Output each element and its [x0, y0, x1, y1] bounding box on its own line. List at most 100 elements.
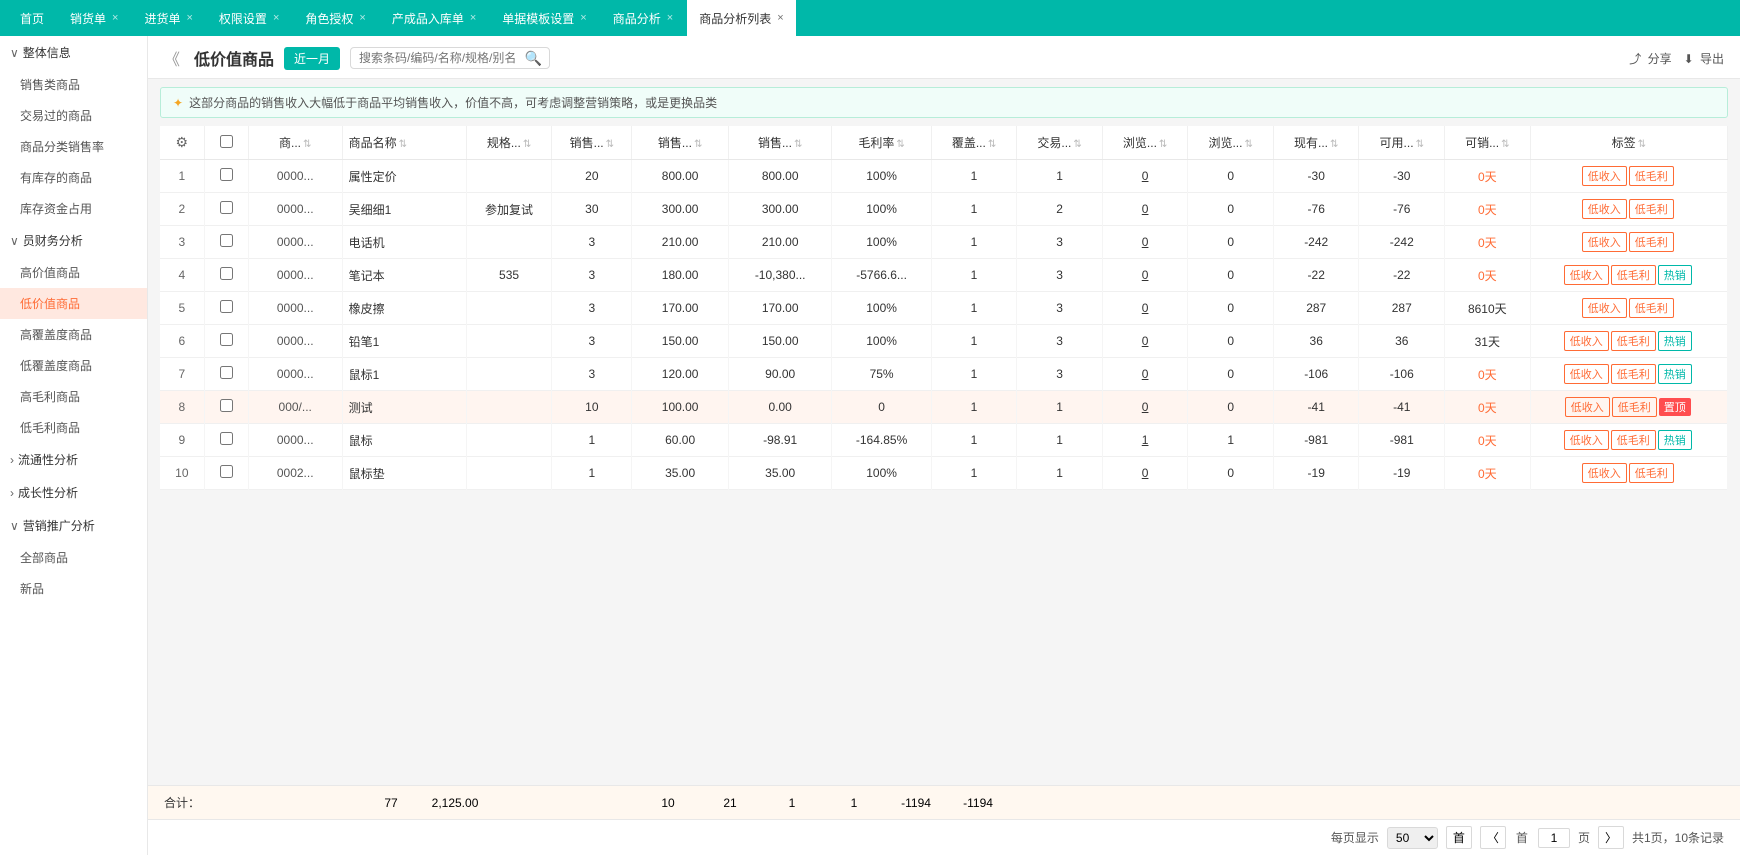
row-checkbox-cell[interactable] — [204, 160, 248, 193]
nav-permissions[interactable]: 权限设置 × — [207, 0, 291, 36]
sidebar-collapse-btn[interactable]: 《 — [164, 46, 180, 70]
row-checkbox[interactable] — [220, 399, 233, 412]
browse1-cell[interactable]: 0 — [1102, 457, 1188, 490]
sort-icon[interactable]: ⇅ — [523, 139, 531, 150]
col-spec-header[interactable]: 规格...⇅ — [466, 126, 552, 160]
browse1-link[interactable]: 0 — [1142, 235, 1149, 249]
sidebar-item-sales-products[interactable]: 销售类商品 — [0, 69, 147, 100]
col-saleable-header[interactable]: 可销...⇅ — [1445, 126, 1531, 160]
browse1-link[interactable]: 0 — [1142, 301, 1149, 315]
close-icon[interactable]: × — [580, 12, 586, 24]
row-checkbox-cell[interactable] — [204, 358, 248, 391]
col-stock-header[interactable]: 现有...⇅ — [1273, 126, 1359, 160]
browse1-cell[interactable]: 0 — [1102, 325, 1188, 358]
browse1-link[interactable]: 0 — [1142, 202, 1149, 216]
sort-icon[interactable]: ⇅ — [896, 139, 904, 150]
row-checkbox[interactable] — [220, 333, 233, 346]
sort-icon[interactable]: ⇅ — [1501, 139, 1509, 150]
col-transaction-header[interactable]: 交易...⇅ — [1017, 126, 1103, 160]
first-page-button[interactable]: 首 — [1446, 826, 1472, 849]
row-checkbox-cell[interactable] — [204, 457, 248, 490]
browse1-link[interactable]: 0 — [1142, 268, 1149, 282]
browse1-cell[interactable]: 0 — [1102, 358, 1188, 391]
row-checkbox[interactable] — [220, 366, 233, 379]
nav-product-analysis-list[interactable]: 商品分析列表 × — [687, 0, 795, 36]
browse1-link[interactable]: 0 — [1142, 466, 1149, 480]
row-checkbox-cell[interactable] — [204, 259, 248, 292]
close-icon[interactable]: × — [667, 12, 673, 24]
nav-purchase-order[interactable]: 进货单 × — [132, 0, 204, 36]
browse1-link[interactable]: 0 — [1142, 169, 1149, 183]
col-tags-header[interactable]: 标签⇅ — [1530, 126, 1727, 160]
sidebar-section-growth[interactable]: › 成长性分析 — [0, 476, 147, 509]
col-gear[interactable]: ⚙ — [160, 126, 204, 160]
search-input[interactable] — [350, 47, 550, 69]
sidebar-section-overall[interactable]: ∨ 整体信息 — [0, 36, 147, 69]
row-checkbox-cell[interactable] — [204, 424, 248, 457]
settings-icon[interactable]: ⚙ — [176, 134, 189, 150]
sidebar-item-high-coverage[interactable]: 高覆盖度商品 — [0, 319, 147, 350]
page-input[interactable] — [1538, 828, 1570, 848]
sort-icon[interactable]: ⇅ — [1416, 139, 1424, 150]
sidebar-item-category-sales[interactable]: 商品分类销售率 — [0, 131, 147, 162]
col-checkbox[interactable] — [204, 126, 248, 160]
col-price-header[interactable]: 销售...⇅ — [632, 126, 729, 160]
prev-page-button[interactable]: 〈 — [1480, 826, 1506, 849]
next-page-button[interactable]: 〉 — [1598, 826, 1624, 849]
row-checkbox[interactable] — [220, 267, 233, 280]
browse1-cell[interactable]: 0 — [1102, 259, 1188, 292]
sort-icon[interactable]: ⇅ — [794, 139, 802, 150]
browse1-cell[interactable]: 0 — [1102, 226, 1188, 259]
browse1-cell[interactable]: 0 — [1102, 391, 1188, 424]
row-checkbox[interactable] — [220, 234, 233, 247]
col-name-header[interactable]: 商品名称⇅ — [342, 126, 466, 160]
col-browse2-header[interactable]: 浏览...⇅ — [1188, 126, 1274, 160]
sidebar-section-marketing[interactable]: ∨ 营销推广分析 — [0, 509, 147, 542]
col-margin-header[interactable]: 毛利率⇅ — [832, 126, 931, 160]
sort-icon[interactable]: ⇅ — [1244, 139, 1252, 150]
col-code-header[interactable]: 商...⇅ — [248, 126, 342, 160]
nav-home[interactable]: 首页 — [8, 0, 56, 36]
nav-sales-order[interactable]: 销货单 × — [58, 0, 130, 36]
close-icon[interactable]: × — [777, 12, 783, 24]
browse1-cell[interactable]: 0 — [1102, 193, 1188, 226]
browse1-link[interactable]: 0 — [1142, 400, 1149, 414]
col-browse1-header[interactable]: 浏览...⇅ — [1102, 126, 1188, 160]
row-checkbox-cell[interactable] — [204, 292, 248, 325]
row-checkbox-cell[interactable] — [204, 193, 248, 226]
nav-product-analysis[interactable]: 商品分析 × — [601, 0, 685, 36]
sort-icon[interactable]: ⇅ — [1330, 139, 1338, 150]
sort-icon[interactable]: ⇅ — [988, 139, 996, 150]
select-all-checkbox[interactable] — [220, 135, 233, 148]
close-icon[interactable]: × — [186, 12, 192, 24]
sidebar-item-high-value[interactable]: 高价值商品 — [0, 257, 147, 288]
browse1-cell[interactable]: 1 — [1102, 424, 1188, 457]
nav-product-inbound[interactable]: 产成品入库单 × — [380, 0, 488, 36]
col-coverage-header[interactable]: 覆盖...⇅ — [931, 126, 1017, 160]
sidebar-item-stocked-products[interactable]: 有库存的商品 — [0, 162, 147, 193]
sort-icon[interactable]: ⇅ — [1073, 139, 1081, 150]
row-checkbox[interactable] — [220, 465, 233, 478]
browse1-link[interactable]: 0 — [1142, 334, 1149, 348]
nav-role-auth[interactable]: 角色授权 × — [293, 0, 377, 36]
col-cost-header[interactable]: 销售...⇅ — [728, 126, 831, 160]
col-qty-header[interactable]: 销售...⇅ — [552, 126, 632, 160]
sidebar-item-low-value[interactable]: 低价值商品 — [0, 288, 147, 319]
export-button[interactable]: ⬇ 导出 — [1684, 50, 1724, 67]
per-page-select[interactable]: 50 100 200 — [1387, 827, 1438, 849]
sort-icon[interactable]: ⇅ — [399, 139, 407, 150]
browse1-link[interactable]: 0 — [1142, 367, 1149, 381]
row-checkbox-cell[interactable] — [204, 226, 248, 259]
share-button[interactable]: ⤴ 分享 — [1629, 50, 1671, 67]
sort-icon[interactable]: ⇅ — [1638, 139, 1646, 150]
row-checkbox-cell[interactable] — [204, 391, 248, 424]
browse1-cell[interactable]: 0 — [1102, 160, 1188, 193]
row-checkbox[interactable] — [220, 300, 233, 313]
period-button[interactable]: 近一月 — [284, 47, 340, 70]
close-icon[interactable]: × — [273, 12, 279, 24]
row-checkbox[interactable] — [220, 201, 233, 214]
browse1-cell[interactable]: 0 — [1102, 292, 1188, 325]
sidebar-item-low-coverage[interactable]: 低覆盖度商品 — [0, 350, 147, 381]
row-checkbox[interactable] — [220, 168, 233, 181]
sort-icon[interactable]: ⇅ — [694, 139, 702, 150]
